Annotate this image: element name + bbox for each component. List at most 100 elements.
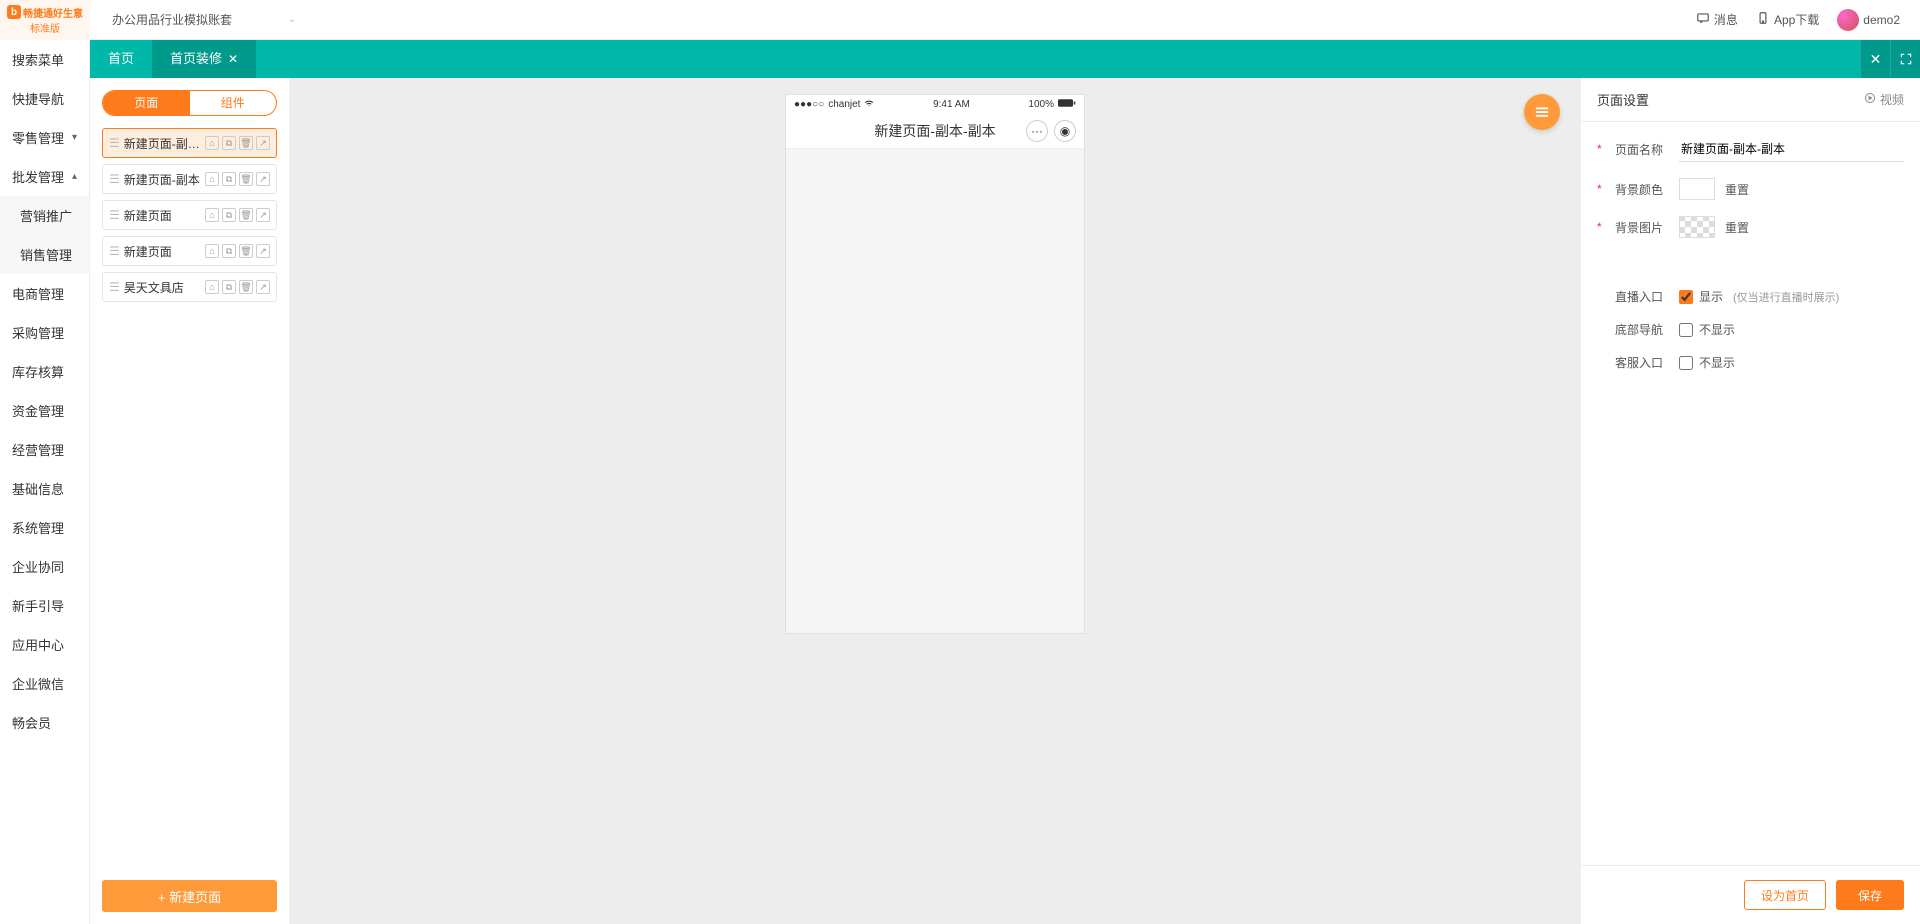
sidebar-item-1[interactable]: 快捷导航 bbox=[0, 79, 89, 118]
sidebar-item-11[interactable]: 企业协同 bbox=[0, 547, 89, 586]
phone-status-bar: ●●●○○ chanjet 9:41 AM 100% bbox=[786, 95, 1084, 113]
sidebar-subitem-3-1[interactable]: 销售管理 bbox=[0, 235, 89, 274]
tab-close-all-button[interactable]: ✕ bbox=[1860, 40, 1890, 78]
phone-body[interactable] bbox=[786, 149, 1084, 633]
bottom-nav-checkbox-input[interactable] bbox=[1679, 323, 1693, 337]
sidebar-item-label: 采购管理 bbox=[12, 323, 64, 342]
delete-icon[interactable]: 🗑 bbox=[239, 280, 253, 294]
drag-handle-icon[interactable]: ☰ bbox=[109, 172, 120, 186]
page-list-row[interactable]: ☰ 新建页面-副本 ⌂⧉🗑↗ bbox=[102, 164, 277, 194]
top-bar: b 畅捷通好生意 标准版 办公用品行业模拟账套 ⌄ 消息 App下载 demo2 bbox=[0, 0, 1920, 40]
share-icon[interactable]: ↗ bbox=[256, 244, 270, 258]
home-icon[interactable]: ⌂ bbox=[205, 244, 219, 258]
close-icon[interactable]: ✕ bbox=[228, 40, 238, 78]
bottom-nav-checkbox[interactable]: 不显示 bbox=[1679, 321, 1735, 338]
page-list-row[interactable]: ☰ 昊天文具店 ⌂⧉🗑↗ bbox=[102, 272, 277, 302]
battery-icon bbox=[1058, 98, 1076, 111]
save-button[interactable]: 保存 bbox=[1836, 880, 1904, 910]
tab-home[interactable]: 首页 bbox=[90, 40, 152, 78]
account-select[interactable]: 办公用品行业模拟账套 ⌄ bbox=[104, 6, 304, 34]
home-icon[interactable]: ⌂ bbox=[205, 172, 219, 186]
video-link[interactable]: 视频 bbox=[1864, 91, 1904, 108]
sidebar-item-0[interactable]: 搜索菜单 bbox=[0, 40, 89, 79]
page-list-row[interactable]: ☰新建页面-副本...⌂⧉🗑↗ bbox=[102, 128, 277, 158]
live-entry-check-label: 显示 bbox=[1699, 288, 1723, 305]
delete-icon[interactable]: 🗑 bbox=[239, 208, 253, 222]
copy-icon[interactable]: ⧉ bbox=[222, 136, 236, 150]
service-entry-checkbox[interactable]: 不显示 bbox=[1679, 354, 1735, 371]
brand-edition: 标准版 bbox=[30, 20, 60, 35]
delete-icon[interactable]: 🗑 bbox=[239, 172, 253, 186]
drag-handle-icon[interactable]: ☰ bbox=[109, 244, 120, 258]
chevron-down-icon: ▾ bbox=[72, 132, 77, 143]
drag-handle-icon[interactable]: ☰ bbox=[109, 280, 120, 294]
live-entry-checkbox-input[interactable] bbox=[1679, 290, 1693, 304]
share-icon[interactable]: ↗ bbox=[256, 280, 270, 294]
panel-toggle-button[interactable] bbox=[1524, 94, 1560, 130]
home-icon[interactable]: ⌂ bbox=[205, 208, 219, 222]
share-icon[interactable]: ↗ bbox=[256, 136, 270, 150]
sidebar-item-label: 系统管理 bbox=[12, 518, 64, 537]
bg-image-swatch[interactable] bbox=[1679, 216, 1715, 238]
tab-decorate[interactable]: 首页装修 ✕ bbox=[152, 40, 256, 78]
bottom-nav-label: 底部导航 bbox=[1615, 321, 1669, 338]
page-row-name: 新建页面-副本 bbox=[124, 171, 201, 188]
page-name-input[interactable] bbox=[1679, 136, 1904, 162]
page-row-name: 新建页面 bbox=[124, 207, 201, 224]
sidebar-item-7[interactable]: 资金管理 bbox=[0, 391, 89, 430]
miniapp-menu-icon[interactable]: ··· bbox=[1026, 120, 1048, 142]
sidebar-item-6[interactable]: 库存核算 bbox=[0, 352, 89, 391]
sidebar-item-label: 快捷导航 bbox=[12, 89, 64, 108]
service-entry-checkbox-input[interactable] bbox=[1679, 356, 1693, 370]
fullscreen-button[interactable] bbox=[1890, 40, 1920, 78]
home-icon[interactable]: ⌂ bbox=[205, 136, 219, 150]
sidebar-item-4[interactable]: 电商管理 bbox=[0, 274, 89, 313]
miniapp-close-icon[interactable]: ◉ bbox=[1054, 120, 1076, 142]
new-page-button[interactable]: + 新建页面 bbox=[102, 880, 277, 912]
drag-handle-icon[interactable]: ☰ bbox=[109, 208, 120, 222]
drag-handle-icon[interactable]: ☰ bbox=[109, 136, 120, 150]
sidebar-item-3[interactable]: 批发管理▴ bbox=[0, 157, 89, 196]
bg-image-reset[interactable]: 重置 bbox=[1725, 219, 1749, 236]
bg-color-swatch[interactable] bbox=[1679, 178, 1715, 200]
sidebar-item-13[interactable]: 应用中心 bbox=[0, 625, 89, 664]
live-entry-checkbox[interactable]: 显示 bbox=[1679, 288, 1723, 305]
page-row-name: 昊天文具店 bbox=[124, 279, 201, 296]
user-menu[interactable]: demo2 bbox=[1837, 9, 1900, 31]
sidebar-item-2[interactable]: 零售管理 ▾ bbox=[0, 118, 89, 157]
copy-icon[interactable]: ⧉ bbox=[222, 208, 236, 222]
sidebar-item-label: 零售管理 bbox=[12, 128, 64, 147]
messages-link[interactable]: 消息 bbox=[1696, 11, 1738, 28]
sidebar-item-5[interactable]: 采购管理 bbox=[0, 313, 89, 352]
segment-component[interactable]: 组件 bbox=[190, 91, 277, 115]
bg-color-reset[interactable]: 重置 bbox=[1725, 181, 1749, 198]
sidebar-item-12[interactable]: 新手引导 bbox=[0, 586, 89, 625]
sidebar-item-8[interactable]: 经营管理 bbox=[0, 430, 89, 469]
copy-icon[interactable]: ⧉ bbox=[222, 244, 236, 258]
segment-page[interactable]: 页面 bbox=[103, 91, 190, 115]
page-list-row[interactable]: ☰新建页面⌂⧉🗑↗ bbox=[102, 236, 277, 266]
sidebar-item-9[interactable]: 基础信息 bbox=[0, 469, 89, 508]
share-icon[interactable]: ↗ bbox=[256, 208, 270, 222]
share-icon[interactable]: ↗ bbox=[256, 172, 270, 186]
copy-icon[interactable]: ⧉ bbox=[222, 172, 236, 186]
row-service-entry: 客服入口 不显示 bbox=[1597, 354, 1904, 371]
phone-title: 新建页面-副本-副本 bbox=[874, 121, 995, 141]
delete-icon[interactable]: 🗑 bbox=[239, 244, 253, 258]
bg-image-label: 背景图片 bbox=[1615, 219, 1669, 236]
delete-icon[interactable]: 🗑 bbox=[239, 136, 253, 150]
home-icon[interactable]: ⌂ bbox=[205, 280, 219, 294]
sidebar-item-label: 经营管理 bbox=[12, 440, 64, 459]
sidebar-item-14[interactable]: 企业微信 bbox=[0, 664, 89, 703]
required-icon: * bbox=[1597, 220, 1605, 234]
sidebar-item-label: 搜索菜单 bbox=[12, 50, 64, 69]
phone-preview: ●●●○○ chanjet 9:41 AM 100% bbox=[785, 94, 1085, 634]
app-download-link[interactable]: App下载 bbox=[1756, 11, 1819, 28]
set-home-button[interactable]: 设为首页 bbox=[1744, 880, 1826, 910]
copy-icon[interactable]: ⧉ bbox=[222, 280, 236, 294]
page-list-row[interactable]: ☰ 新建页面 ⌂⧉🗑↗ bbox=[102, 200, 277, 230]
segment-control: 页面 组件 bbox=[102, 90, 277, 116]
sidebar-item-15[interactable]: 畅会员 bbox=[0, 703, 89, 742]
sidebar-item-10[interactable]: 系统管理 bbox=[0, 508, 89, 547]
sidebar-subitem-3-0[interactable]: 营销推广 bbox=[0, 196, 89, 235]
